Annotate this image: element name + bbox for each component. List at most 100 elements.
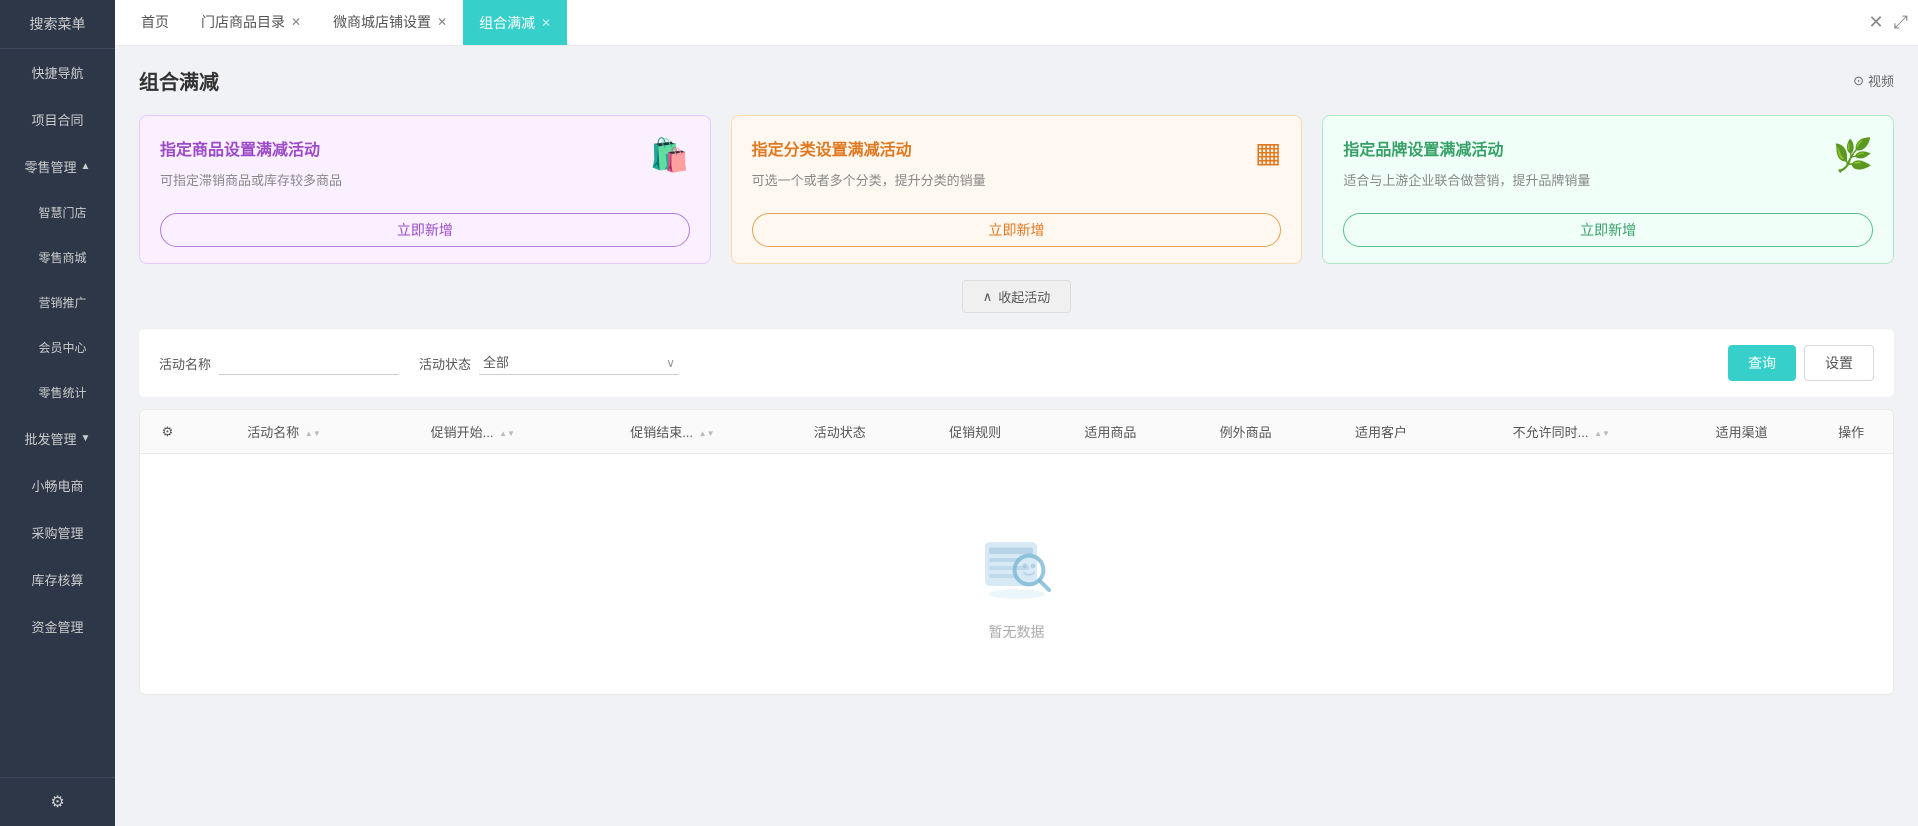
filter-activity-name: 活动名称 bbox=[159, 351, 399, 375]
card-category-add-button[interactable]: 立即新增 bbox=[752, 213, 1282, 247]
col-activity-status-label: 活动状态 bbox=[814, 425, 866, 440]
expand-arrow-icon: ▼ bbox=[81, 433, 91, 444]
empty-state: 暂无数据 bbox=[148, 466, 1885, 682]
sidebar: 搜索菜单 快捷导航 项目合同 零售管理 ▲ 智慧门店 零售商城 营销推广 会员中… bbox=[0, 0, 115, 826]
table-body: 暂无数据 bbox=[140, 454, 1893, 695]
sort-icon: ▲▼ bbox=[305, 429, 321, 438]
sidebar-item-label: 小畅电商 bbox=[31, 476, 83, 495]
sidebar-item-marketing[interactable]: 营销推广 bbox=[0, 280, 115, 325]
sidebar-item-label: 批发管理 bbox=[25, 429, 77, 448]
sidebar-item-label: 零售统计 bbox=[38, 384, 86, 401]
tab-bar-actions: ✕ ⤢ bbox=[1869, 12, 1909, 33]
tab-store-catalog[interactable]: 门店商品目录 ✕ bbox=[185, 0, 317, 45]
empty-state-row: 暂无数据 bbox=[140, 454, 1893, 695]
card-brand-add-button[interactable]: 立即新增 bbox=[1343, 213, 1873, 247]
card-product-desc: 可指定滞销商品或库存较多商品 bbox=[160, 170, 690, 189]
activity-status-select[interactable]: 全部进行中已结束未开始 bbox=[479, 351, 679, 374]
table-header: ⚙ 活动名称 ▲▼ 促销开始... ▲▼ 促销结束... ▲▼ bbox=[140, 410, 1893, 454]
col-applicable-goods-label: 适用商品 bbox=[1084, 425, 1136, 440]
card-brand: 🌿 指定品牌设置满减活动 适合与上游企业联合做营销，提升品牌销量 立即新增 bbox=[1322, 115, 1894, 264]
product-card-icon: 🛍️ bbox=[650, 136, 690, 174]
play-circle-icon: ⊙ bbox=[1853, 73, 1864, 89]
sidebar-item-label: 会员中心 bbox=[38, 339, 86, 356]
sidebar-item-finance-mgmt[interactable]: 资金管理 bbox=[0, 603, 115, 650]
cards-section: 🛍️ 指定商品设置满减活动 可指定滞销商品或库存较多商品 立即新增 ▦ 指定分类… bbox=[139, 115, 1894, 264]
sidebar-item-member-center[interactable]: 会员中心 bbox=[0, 325, 115, 370]
tab-combo-discount-label: 组合满减 bbox=[479, 13, 535, 33]
sidebar-item-smart-store[interactable]: 智慧门店 bbox=[0, 190, 115, 235]
card-category: ▦ 指定分类设置满减活动 可选一个或者多个分类，提升分类的销量 立即新增 bbox=[731, 115, 1303, 264]
sidebar-item-purchase-mgmt[interactable]: 采购管理 bbox=[0, 509, 115, 556]
card-brand-title: 指定品牌设置满减活动 bbox=[1343, 136, 1873, 160]
tab-home[interactable]: 首页 bbox=[125, 0, 185, 45]
tab-wechat-store-close[interactable]: ✕ bbox=[437, 15, 447, 29]
sidebar-item-label: 零售管理 bbox=[25, 157, 77, 176]
query-button[interactable]: 查询 bbox=[1728, 345, 1796, 381]
col-applicable-customer: 适用客户 bbox=[1313, 410, 1448, 454]
sort-icon: ▲▼ bbox=[699, 429, 715, 438]
sidebar-item-inventory-calc[interactable]: 库存核算 bbox=[0, 556, 115, 603]
col-promo-rule-label: 促销规则 bbox=[949, 425, 1001, 440]
collapse-activities-button[interactable]: ∧ 收起活动 bbox=[962, 280, 1072, 313]
card-category-title: 指定分类设置满减活动 bbox=[752, 136, 1282, 160]
table-container: ⚙ 活动名称 ▲▼ 促销开始... ▲▼ 促销结束... ▲▼ bbox=[139, 409, 1894, 695]
expand-window-button[interactable]: ⤢ bbox=[1894, 12, 1908, 33]
tab-home-label: 首页 bbox=[141, 12, 169, 32]
sidebar-item-retail-mgmt[interactable]: 零售管理 ▲ bbox=[0, 143, 115, 190]
col-promo-end[interactable]: 促销结束... ▲▼ bbox=[573, 410, 773, 454]
page-header: 组合满减 ⊙ 视频 bbox=[139, 66, 1894, 95]
filter-activity-status: 活动状态 全部进行中已结束未开始 ∨ bbox=[419, 351, 679, 375]
sidebar-item-label: 项目合同 bbox=[31, 110, 83, 129]
col-promo-rule: 促销规则 bbox=[907, 410, 1042, 454]
sidebar-item-wholesale-mgmt[interactable]: 批发管理 ▼ bbox=[0, 415, 115, 462]
sidebar-item-retail-stats[interactable]: 零售统计 bbox=[0, 370, 115, 415]
col-applicable-channel-label: 适用渠道 bbox=[1716, 425, 1768, 440]
content-area: 组合满减 ⊙ 视频 🛍️ 指定商品设置满减活动 可指定滞销商品或库存较多商品 立… bbox=[115, 46, 1918, 826]
tab-store-catalog-close[interactable]: ✕ bbox=[291, 15, 301, 29]
col-operation-label: 操作 bbox=[1838, 425, 1864, 440]
col-settings[interactable]: ⚙ bbox=[140, 410, 195, 454]
activity-status-label: 活动状态 bbox=[419, 354, 471, 373]
tab-store-catalog-label: 门店商品目录 bbox=[201, 12, 285, 32]
col-operation: 操作 bbox=[1809, 410, 1893, 454]
brand-card-icon: 🌿 bbox=[1833, 136, 1873, 174]
sidebar-item-label: 快捷导航 bbox=[31, 63, 83, 82]
col-applicable-goods: 适用商品 bbox=[1043, 410, 1178, 454]
sidebar-item-xiaochangec[interactable]: 小畅电商 bbox=[0, 462, 115, 509]
card-product: 🛍️ 指定商品设置满减活动 可指定滞销商品或库存较多商品 立即新增 bbox=[139, 115, 711, 264]
col-no-overlap-label: 不允许同时... bbox=[1513, 425, 1589, 440]
col-activity-name[interactable]: 活动名称 ▲▼ bbox=[195, 410, 373, 454]
settings-button[interactable]: 设置 bbox=[1804, 345, 1874, 381]
card-category-desc: 可选一个或者多个分类，提升分类的销量 bbox=[752, 170, 1282, 189]
sidebar-item-retail-mall[interactable]: 零售商城 bbox=[0, 235, 115, 280]
gear-icon: ⚙ bbox=[50, 794, 64, 811]
tab-wechat-store-label: 微商城店铺设置 bbox=[333, 12, 431, 32]
empty-illustration bbox=[967, 526, 1067, 606]
col-no-overlap[interactable]: 不允许同时... ▲▼ bbox=[1449, 410, 1674, 454]
tab-combo-discount-close[interactable]: ✕ bbox=[541, 16, 551, 30]
collapse-bar: ∧ 收起活动 bbox=[139, 280, 1894, 313]
sidebar-search[interactable]: 搜索菜单 bbox=[0, 0, 115, 49]
sidebar-item-quick-nav[interactable]: 快捷导航 bbox=[0, 49, 115, 96]
settings-icon: ⚙ bbox=[162, 424, 174, 439]
tab-combo-discount[interactable]: 组合满减 ✕ bbox=[463, 0, 567, 45]
filter-row: 活动名称 活动状态 全部进行中已结束未开始 ∨ 查询 设置 bbox=[139, 329, 1894, 397]
expand-arrow-icon: ▲ bbox=[81, 161, 91, 172]
sidebar-item-project-contract[interactable]: 项目合同 bbox=[0, 96, 115, 143]
filter-actions: 查询 设置 bbox=[1728, 345, 1874, 381]
col-applicable-customer-label: 适用客户 bbox=[1355, 425, 1407, 440]
activity-name-input[interactable] bbox=[219, 351, 399, 375]
col-activity-status: 活动状态 bbox=[772, 410, 907, 454]
close-window-button[interactable]: ✕ bbox=[1869, 12, 1884, 33]
main-area: 首页 门店商品目录 ✕ 微商城店铺设置 ✕ 组合满减 ✕ ✕ ⤢ 组合满减 ⊙ … bbox=[115, 0, 1918, 826]
activity-status-select-wrapper: 全部进行中已结束未开始 ∨ bbox=[479, 351, 679, 375]
sidebar-item-label: 营销推广 bbox=[38, 294, 86, 311]
data-table: ⚙ 活动名称 ▲▼ 促销开始... ▲▼ 促销结束... ▲▼ bbox=[140, 410, 1893, 694]
tab-wechat-store[interactable]: 微商城店铺设置 ✕ bbox=[317, 0, 463, 45]
video-link[interactable]: ⊙ 视频 bbox=[1853, 71, 1894, 90]
collapse-label: 收起活动 bbox=[998, 287, 1050, 306]
page-title: 组合满减 bbox=[139, 66, 219, 95]
card-product-add-button[interactable]: 立即新增 bbox=[160, 213, 690, 247]
sidebar-settings[interactable]: ⚙ bbox=[0, 777, 115, 826]
col-promo-start[interactable]: 促销开始... ▲▼ bbox=[373, 410, 573, 454]
